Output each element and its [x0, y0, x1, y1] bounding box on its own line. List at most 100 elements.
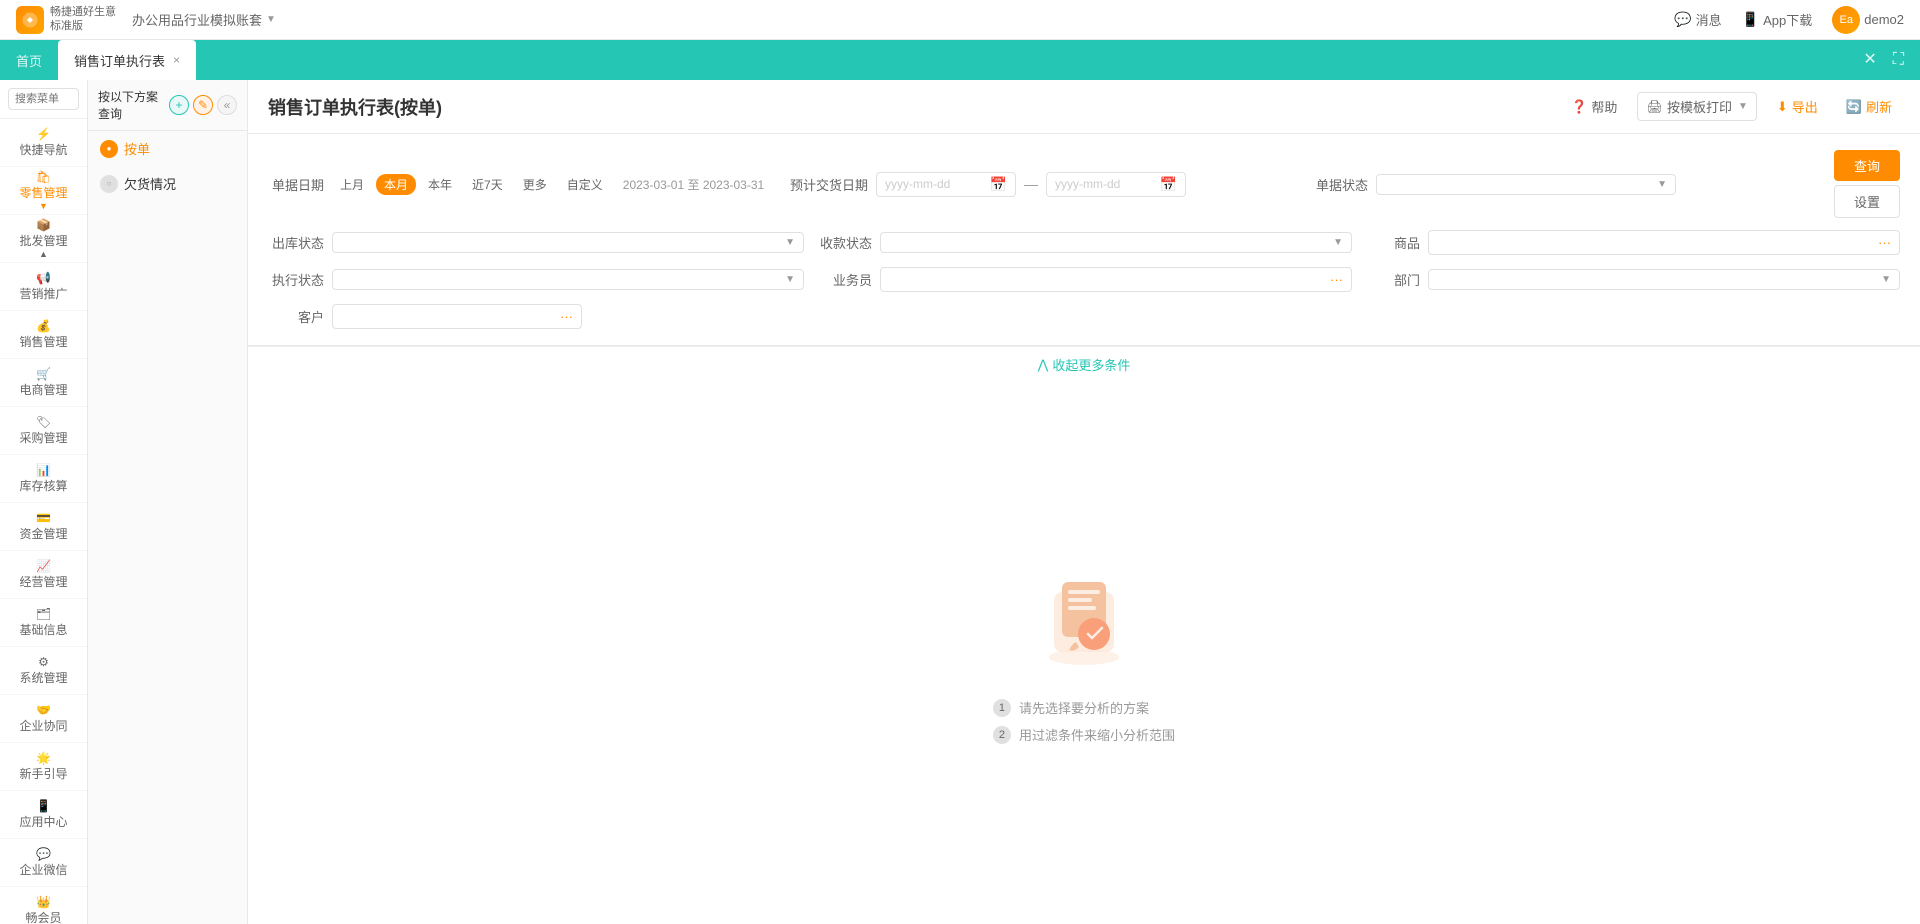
page-header-actions: ❓ 帮助 🖨 按模板打印 ▼ ⬇ 导出 🔄 刷新: [1563, 92, 1900, 121]
sidebar-item-system[interactable]: ⚙ 系统管理: [0, 647, 87, 695]
salesperson-label: 业务员: [816, 270, 872, 289]
expected-date-end[interactable]: yyyy-mm-dd 📅: [1046, 172, 1186, 197]
print-button[interactable]: 🖨 按模板打印 ▼: [1637, 92, 1756, 121]
date-tab-this-year[interactable]: 本年: [420, 174, 460, 195]
window-expand-button[interactable]: ⛶: [1889, 48, 1908, 72]
customer-label: 客户: [268, 307, 324, 326]
status-filter: 单据状态 ▼: [1312, 174, 1818, 195]
app-download-button[interactable]: 📱 App下载: [1742, 10, 1813, 29]
goods-input[interactable]: ···: [1428, 230, 1900, 255]
outbound-select[interactable]: ▼: [332, 232, 804, 253]
sidebar-item-purchase[interactable]: 🏷 采购管理: [0, 407, 87, 455]
sidebar-item-wholesale[interactable]: 📦 批发管理 ▲: [0, 215, 87, 263]
app-selector[interactable]: 办公用品行业模拟账套 ▼: [124, 8, 284, 31]
filter-row-4: 客户 ···: [268, 304, 1900, 329]
tab-close-icon[interactable]: ×: [173, 53, 180, 67]
export-button[interactable]: ⬇ 导出: [1769, 93, 1826, 120]
quick-nav-icon: ⚡: [36, 127, 51, 141]
department-arrow: ▼: [1881, 274, 1891, 285]
expected-date-start[interactable]: yyyy-mm-dd 📅: [876, 172, 1016, 197]
filter-row-1: 单据日期 上月 本月 本年 近7天 更多 自定义 2023-03-01 至 20…: [268, 150, 1900, 218]
expected-date-label: 预计交货日期: [790, 175, 868, 194]
department-select[interactable]: ▼: [1428, 269, 1900, 290]
collapse-button[interactable]: ⋀ 收起更多条件: [248, 346, 1920, 382]
window-close-button[interactable]: ✕: [1859, 48, 1880, 72]
customer-dots-icon[interactable]: ···: [560, 309, 573, 324]
sidebar-item-sales[interactable]: 💰 销售管理: [0, 311, 87, 359]
sidebar: ⚡ 快捷导航 🛍 零售管理 ▼ 📦 批发管理 ▲ 📢 营销推广 💰 销售管理 🛒…: [0, 80, 88, 924]
date-tab-custom[interactable]: 自定义: [559, 174, 611, 195]
collection-arrow: ▼: [1333, 237, 1343, 248]
add-scheme-button[interactable]: +: [169, 95, 189, 115]
goods-filter: 商品 ···: [1364, 230, 1900, 255]
customer-input[interactable]: ···: [332, 304, 582, 329]
inner-layout: 按以下方案查询 + ✎ « ● 按单 ○ 欠货情况: [88, 80, 1920, 924]
help-button[interactable]: ❓ 帮助: [1563, 93, 1625, 120]
left-panel-header: 按以下方案查询 + ✎ «: [88, 80, 247, 131]
outbound-label: 出库状态: [268, 233, 324, 252]
action-buttons-area: 查询 设置: [1834, 150, 1900, 218]
date-tab-last-month[interactable]: 上月: [332, 174, 372, 195]
sidebar-item-basic-info[interactable]: 🗂 基础信息: [0, 599, 87, 647]
page-content: 销售订单执行表(按单) ❓ 帮助 🖨 按模板打印 ▼ ⬇ 导出: [248, 80, 1920, 924]
execution-filter: 执行状态 ▼: [268, 267, 804, 292]
collection-select[interactable]: ▼: [880, 232, 1352, 253]
date-filter: 单据日期 上月 本月 本年 近7天 更多 自定义 2023-03-01 至 20…: [268, 174, 774, 195]
sidebar-item-marketing[interactable]: 📢 营销推广: [0, 263, 87, 311]
sidebar-item-retail[interactable]: 🛍 零售管理 ▼: [0, 167, 87, 215]
logo-text: 畅捷通好生意 标准版: [50, 6, 116, 32]
tab-bar-right: ✕ ⛶: [1859, 48, 1920, 72]
tab-sales-order[interactable]: 销售订单执行表 ×: [58, 40, 196, 80]
sidebar-item-quick-nav[interactable]: ⚡ 快捷导航: [0, 119, 87, 167]
status-label: 单据状态: [1312, 175, 1368, 194]
sidebar-item-app-center[interactable]: 📱 应用中心: [0, 791, 87, 839]
newbie-icon: 🌟: [36, 751, 51, 765]
collapse-panel-button[interactable]: «: [217, 95, 237, 115]
execution-select[interactable]: ▼: [332, 269, 804, 290]
sidebar-item-member[interactable]: 👑 畅会员: [0, 887, 87, 924]
sidebar-item-wechat[interactable]: 💬 企业微信: [0, 839, 87, 887]
calendar-start-icon: 📅: [990, 176, 1007, 193]
query-button[interactable]: 查询: [1834, 150, 1900, 181]
date-tabs: 上月 本月 本年 近7天 更多 自定义 2023-03-01 至 2023-03…: [332, 174, 764, 195]
department-filter: 部门 ▼: [1364, 267, 1900, 292]
help-icon: ❓: [1571, 99, 1587, 115]
sidebar-item-enterprise[interactable]: 🤝 企业协同: [0, 695, 87, 743]
salesperson-dots-icon[interactable]: ···: [1330, 272, 1343, 287]
operations-icon: 📈: [36, 559, 51, 573]
search-input[interactable]: [8, 88, 79, 110]
tip-number-1: 1: [993, 699, 1011, 717]
ecommerce-icon: 🛒: [36, 367, 51, 381]
sidebar-item-finance[interactable]: 💳 资金管理: [0, 503, 87, 551]
expected-date-filter: 预计交货日期 yyyy-mm-dd 📅 — yyyy-mm-dd 📅: [790, 172, 1296, 197]
message-button[interactable]: 💬 消息: [1674, 10, 1721, 29]
salesperson-input[interactable]: ···: [880, 267, 1352, 292]
sidebar-item-ecommerce[interactable]: 🛒 电商管理: [0, 359, 87, 407]
sidebar-item-operations[interactable]: 📈 经营管理: [0, 551, 87, 599]
date-tab-more[interactable]: 更多: [515, 174, 555, 195]
sidebar-item-inventory[interactable]: 📊 库存核算: [0, 455, 87, 503]
date-label: 单据日期: [268, 175, 324, 194]
date-tab-this-month[interactable]: 本月: [376, 174, 416, 195]
user-info[interactable]: Ea demo2: [1832, 6, 1904, 34]
download-icon: 📱: [1742, 11, 1759, 28]
empty-tip-2: 2 用过滤条件来缩小分析范围: [993, 725, 1175, 744]
scheme-item-backorder[interactable]: ○ 欠货情况: [88, 166, 247, 201]
edit-scheme-button[interactable]: ✎: [193, 95, 213, 115]
date-tab-7days[interactable]: 近7天: [464, 174, 511, 195]
status-select[interactable]: ▼: [1376, 174, 1676, 195]
basic-info-icon: 🗂: [36, 607, 51, 621]
refresh-button[interactable]: 🔄 刷新: [1838, 93, 1900, 120]
page-title: 销售订单执行表(按单): [268, 94, 442, 120]
execution-arrow: ▼: [785, 274, 795, 285]
goods-dots-icon[interactable]: ···: [1878, 235, 1891, 250]
customer-filter: 客户 ···: [268, 304, 628, 329]
tip-number-2: 2: [993, 726, 1011, 744]
scheme-item-single[interactable]: ● 按单: [88, 131, 247, 166]
tab-home[interactable]: 首页: [0, 40, 58, 80]
member-icon: 👑: [36, 895, 51, 909]
refresh-icon: 🔄: [1846, 99, 1862, 115]
calendar-end-icon: 📅: [1160, 176, 1177, 193]
sidebar-item-newbie[interactable]: 🌟 新手引导: [0, 743, 87, 791]
settings-button[interactable]: 设置: [1834, 185, 1900, 218]
